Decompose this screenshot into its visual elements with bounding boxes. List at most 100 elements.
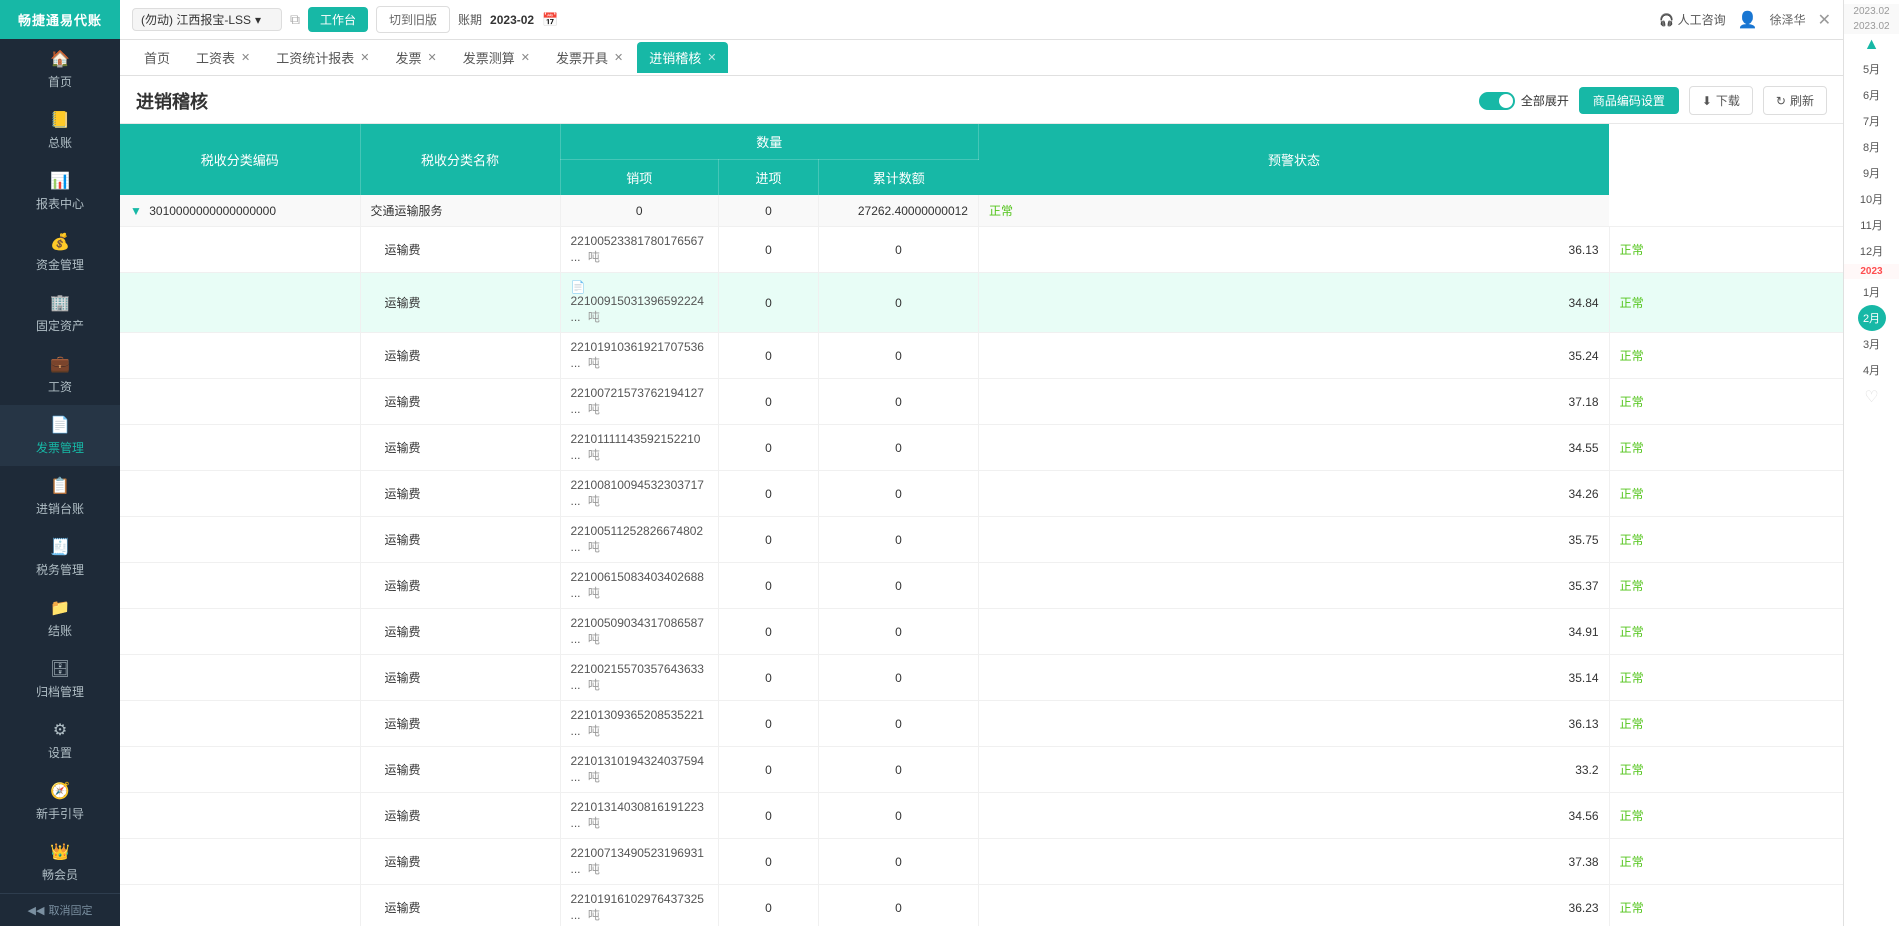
td-sales: 0 <box>718 273 818 333</box>
td-sales: 0 <box>718 471 818 517</box>
tab-salary-report[interactable]: 工资统计报表 ✕ <box>264 42 381 73</box>
close-button[interactable]: ✕ <box>1818 10 1831 30</box>
td-purchase: 0 <box>818 793 978 839</box>
tab-close-invoice-issue[interactable]: ✕ <box>614 51 623 64</box>
rp-scroll-up[interactable]: ▲ <box>1862 34 1882 56</box>
td-taxcode: 22101310194324037594 ... 吨 <box>560 747 718 793</box>
td-sales: 0 <box>718 885 818 926</box>
rp-month-10[interactable]: 10月 <box>1844 186 1899 212</box>
td-cumulative: 35.75 <box>978 517 1609 563</box>
sidebar-item-reports[interactable]: 📊 报表中心 <box>0 161 120 222</box>
sidebar-item-close-account[interactable]: 📁 结账 <box>0 588 120 649</box>
page-content: 进销稽核 全部展开 商品编码设置 ⬇ 下载 ↻ 刷新 <box>120 76 1843 926</box>
td-name: 运输费 <box>360 471 560 517</box>
expand-toggle-label: 全部展开 <box>1521 92 1569 109</box>
sidebar-item-archive[interactable]: 🗄 归档管理 <box>0 649 120 710</box>
tab-close-salary[interactable]: ✕ <box>241 51 250 64</box>
rp-month-1[interactable]: 1月 <box>1844 279 1899 305</box>
th-purchase: 进项 <box>718 160 818 196</box>
copy-icon[interactable]: ⧉ <box>290 11 300 28</box>
rp-month-6[interactable]: 6月 <box>1844 82 1899 108</box>
rp-month-5[interactable]: 5月 <box>1844 56 1899 82</box>
td-purchase: 0 <box>818 563 978 609</box>
rp-month-7[interactable]: 7月 <box>1844 108 1899 134</box>
rp-year-2023: 2023 <box>1844 264 1899 279</box>
tab-invoice-calc[interactable]: 发票测算 ✕ <box>451 42 542 73</box>
tab-sales-reconcile[interactable]: 进销稽核 ✕ <box>637 42 728 73</box>
status-badge: 正常 <box>1620 296 1644 310</box>
rp-month-12[interactable]: 12月 <box>1844 238 1899 264</box>
sidebar-item-guide[interactable]: 🧭 新手引导 <box>0 771 120 832</box>
download-button[interactable]: ⬇ 下载 <box>1689 86 1753 115</box>
td-name: 运输费 <box>360 379 560 425</box>
td-sales: 0 <box>718 517 818 563</box>
td-name: 运输费 <box>360 793 560 839</box>
td-cumulative: 35.14 <box>978 655 1609 701</box>
switch-version-button[interactable]: 切到旧版 <box>376 6 450 33</box>
sidebar-item-membership[interactable]: 👑 畅会员 <box>0 832 120 893</box>
sidebar-item-funds[interactable]: 💰 资金管理 <box>0 222 120 283</box>
td-taxcode: 22101314030816191223 ... 吨 <box>560 793 718 839</box>
sidebar-bottom: ◀◀ 取消固定 <box>0 893 120 926</box>
td-name: 运输费 <box>360 425 560 471</box>
rp-month-9[interactable]: 9月 <box>1844 160 1899 186</box>
td-purchase: 0 <box>818 273 978 333</box>
td-sales: 0 <box>718 701 818 747</box>
sidebar-item-sales-ledger[interactable]: 📋 进销台账 <box>0 466 120 527</box>
td-empty <box>120 609 360 655</box>
td-status: 正常 <box>1609 793 1843 839</box>
sidebar-item-salary[interactable]: 💼 工资 <box>0 344 120 405</box>
tab-close-invoice-calc[interactable]: ✕ <box>521 51 530 64</box>
tab-close-salary-report[interactable]: ✕ <box>360 51 369 64</box>
unpin-button[interactable]: ◀◀ 取消固定 <box>0 894 120 926</box>
tab-salary-table[interactable]: 工资表 ✕ <box>184 42 262 73</box>
td-taxcode: 22100509034317086587 ... 吨 <box>560 609 718 655</box>
td-empty <box>120 425 360 471</box>
workspace-button[interactable]: 工作台 <box>308 7 368 32</box>
td-taxcode: 22100721573762194127 ... 吨 <box>560 379 718 425</box>
td-name: 运输费 <box>360 609 560 655</box>
collapse-icon[interactable]: ▼ <box>130 204 142 218</box>
sidebar-item-settings[interactable]: ⚙ 设置 <box>0 710 120 771</box>
status-badge: 正常 <box>1620 901 1644 915</box>
rp-month-11[interactable]: 11月 <box>1844 212 1899 238</box>
sidebar-item-ledger[interactable]: 📒 总账 <box>0 100 120 161</box>
td-purchase: 0 <box>818 655 978 701</box>
td-purchase: 0 <box>818 609 978 655</box>
sidebar-item-tax[interactable]: 🧾 税务管理 <box>0 527 120 588</box>
sidebar-item-home[interactable]: 🏠 首页 <box>0 39 120 100</box>
archive-icon: 🗄 <box>50 659 70 679</box>
salary-icon: 💼 <box>50 354 70 374</box>
th-status: 预警状态 <box>978 124 1609 195</box>
td-taxcode: 22100215570357643633 ... 吨 <box>560 655 718 701</box>
td-purchase: 0 <box>818 227 978 273</box>
rp-month-2-active[interactable]: 2月 <box>1858 305 1886 331</box>
rp-month-3[interactable]: 3月 <box>1844 331 1899 357</box>
td-empty <box>120 227 360 273</box>
td-status: 正常 <box>1609 839 1843 885</box>
tab-close-invoice[interactable]: ✕ <box>428 51 437 64</box>
company-selector[interactable]: (勿动) 江西报宝-LSS ▾ <box>132 8 282 31</box>
td-taxcode: 22101111143592152210 ... 吨 <box>560 425 718 471</box>
td-status: 正常 <box>1609 655 1843 701</box>
expand-toggle[interactable] <box>1479 92 1515 110</box>
td-code: ▼ 3010000000000000000 <box>120 195 360 227</box>
status-badge: 正常 <box>1620 243 1644 257</box>
tab-invoice[interactable]: 发票 ✕ <box>383 42 448 73</box>
support-label[interactable]: 🎧 人工咨询 <box>1659 11 1725 28</box>
rp-month-8[interactable]: 8月 <box>1844 134 1899 160</box>
sidebar-item-invoice[interactable]: 📄 发票管理 <box>0 405 120 466</box>
tab-close-sales-reconcile[interactable]: ✕ <box>707 51 716 64</box>
sidebar-item-assets[interactable]: 🏢 固定资产 <box>0 283 120 344</box>
td-cumulative: 34.55 <box>978 425 1609 471</box>
td-empty <box>120 517 360 563</box>
td-taxcode: 22101910361921707536 ... 吨 <box>560 333 718 379</box>
refresh-button[interactable]: ↻ 刷新 <box>1763 86 1827 115</box>
tab-invoice-issue[interactable]: 发票开具 ✕ <box>544 42 635 73</box>
tab-home[interactable]: 首页 <box>132 42 182 73</box>
calendar-icon[interactable]: 📅 <box>542 12 558 28</box>
product-code-settings-button[interactable]: 商品编码设置 <box>1579 87 1679 114</box>
td-name: 运输费 <box>360 885 560 926</box>
rp-month-4[interactable]: 4月 <box>1844 357 1899 383</box>
td-sales: 0 <box>718 655 818 701</box>
